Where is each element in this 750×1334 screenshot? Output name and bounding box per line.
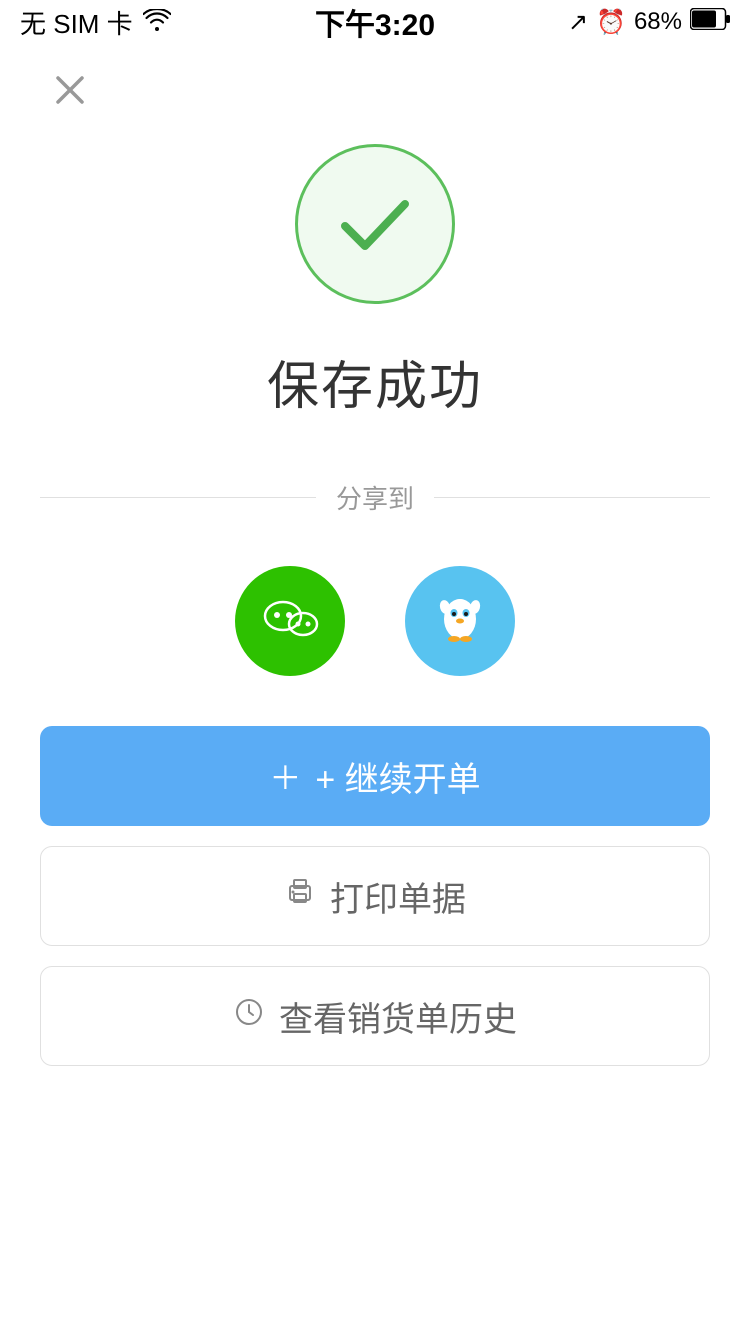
action-buttons: ＋ + 继续开单 打印单据 查看销货单历 <box>0 726 750 1066</box>
continue-label: + 继续开单 <box>315 752 480 801</box>
location-icon: ↗ <box>568 8 588 37</box>
battery-icon <box>690 8 730 37</box>
close-button[interactable] <box>40 60 100 120</box>
share-section: 分享到 <box>0 479 750 676</box>
sim-text: 无 SIM 卡 <box>20 4 133 41</box>
qq-share-button[interactable] <box>405 566 515 676</box>
status-right: ↗ ⏰ 68% <box>568 8 730 37</box>
wechat-share-button[interactable] <box>235 566 345 676</box>
battery-text: 68% <box>634 8 682 36</box>
share-icons <box>40 566 710 676</box>
history-button[interactable]: 查看销货单历史 <box>40 966 710 1066</box>
continue-button[interactable]: ＋ + 继续开单 <box>40 726 710 826</box>
print-label: 打印单据 <box>330 872 466 921</box>
history-icon <box>233 996 265 1036</box>
status-bar: 无 SIM 卡 下午3:20 ↗ ⏰ 68% <box>0 0 750 44</box>
history-label: 查看销货单历史 <box>279 992 517 1041</box>
print-icon <box>284 876 316 916</box>
print-button[interactable]: 打印单据 <box>40 846 710 946</box>
success-title: 保存成功 <box>267 344 483 419</box>
share-divider: 分享到 <box>40 479 710 516</box>
share-label: 分享到 <box>316 479 434 516</box>
alarm-icon: ⏰ <box>596 8 626 37</box>
success-icon-circle <box>295 144 455 304</box>
continue-icon: ＋ <box>269 753 301 799</box>
status-left: 无 SIM 卡 <box>20 4 171 41</box>
main-content: 保存成功 分享到 <box>0 44 750 1066</box>
wifi-icon <box>143 7 171 38</box>
status-time: 下午3:20 <box>315 0 435 44</box>
